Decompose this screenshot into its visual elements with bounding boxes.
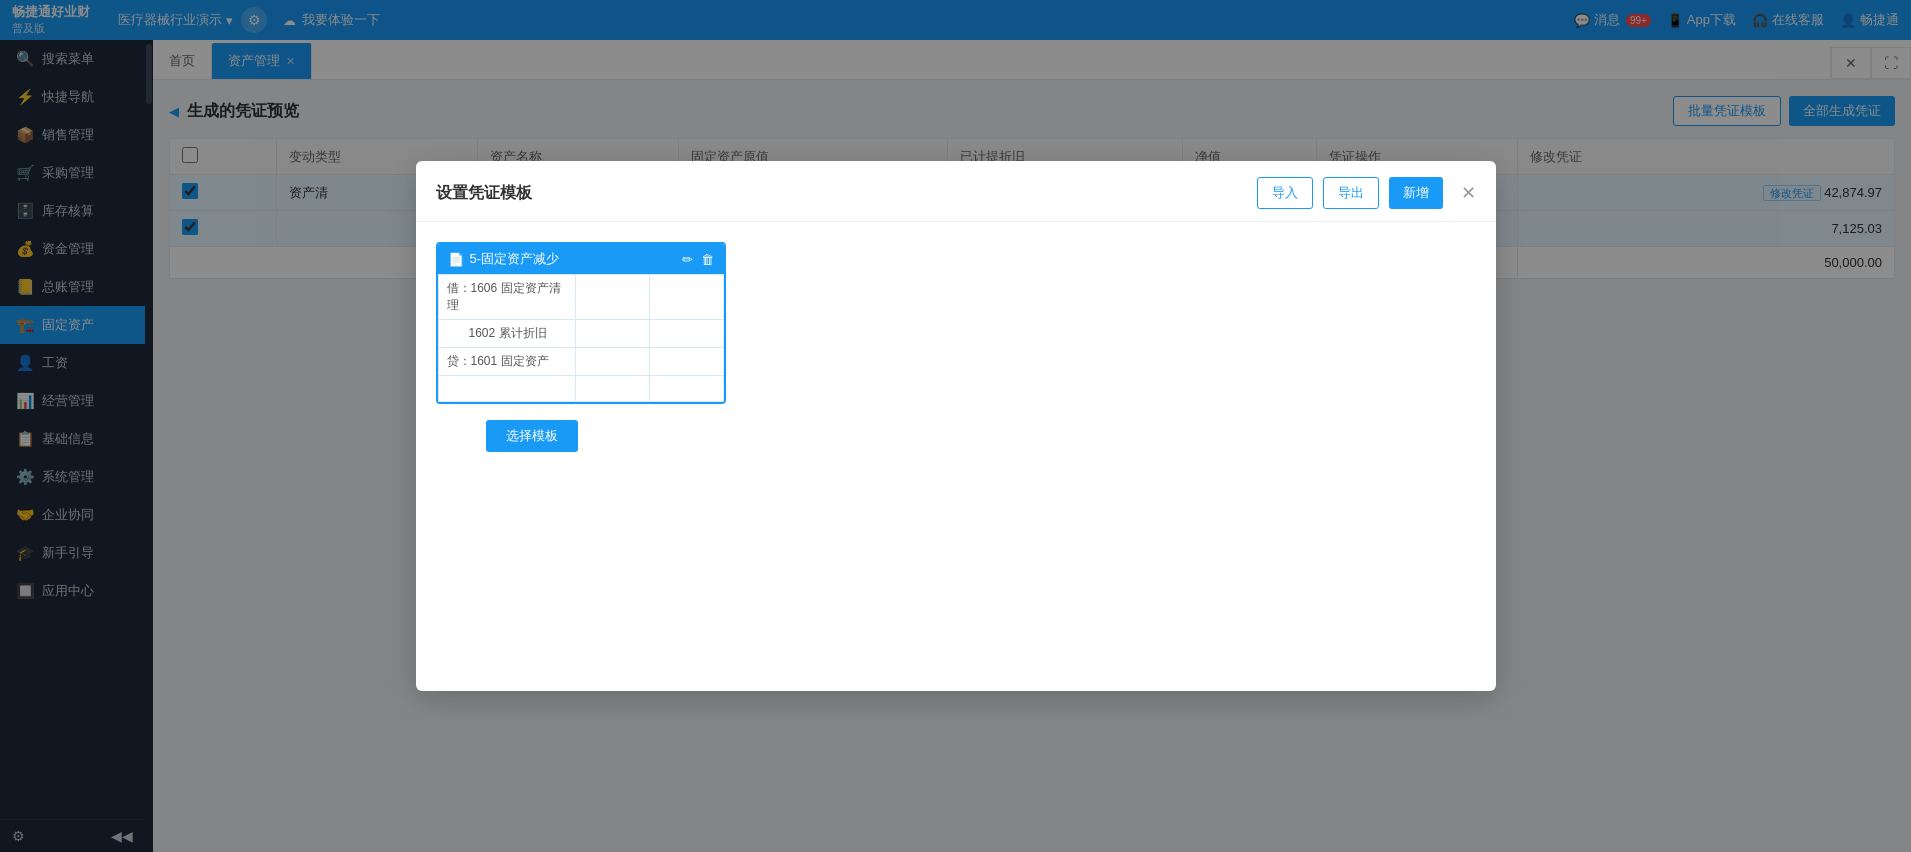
template-edit-btn[interactable]: ✏ bbox=[682, 252, 693, 267]
modal-toolbar: 导入 导出 新增 ✕ bbox=[1257, 177, 1476, 209]
content-area: 首页 资产管理 ✕ ✕ ⛶ ◀ bbox=[153, 40, 1911, 852]
template-table: 借：1606 固定资产清理 1602 累计折旧 bbox=[438, 274, 724, 402]
template-header-label: 5-固定资产减少 bbox=[470, 250, 560, 268]
entry1-credit bbox=[649, 275, 723, 320]
entry3-direction: 贷：1601 固定资产 bbox=[438, 348, 575, 376]
export-btn[interactable]: 导出 bbox=[1323, 177, 1379, 209]
select-template-btn[interactable]: 选择模板 bbox=[486, 420, 578, 452]
page-content: ◀ 生成的凭证预览 批量凭证模板 全部生成凭证 bbox=[153, 80, 1911, 852]
entry4-direction bbox=[438, 376, 575, 402]
import-btn[interactable]: 导入 bbox=[1257, 177, 1313, 209]
entry2-direction: 1602 累计折旧 bbox=[438, 320, 575, 348]
template-card: 📄 5-固定资产减少 ✏ 🗑 bbox=[436, 242, 726, 404]
modal-dialog: 设置凭证模板 导入 导出 新增 ✕ bbox=[416, 161, 1496, 691]
template-entry-3: 贷：1601 固定资产 bbox=[438, 348, 723, 376]
modal-close-btn[interactable]: ✕ bbox=[1461, 177, 1476, 209]
entry3-credit bbox=[649, 348, 723, 376]
template-entry-2: 1602 累计折旧 bbox=[438, 320, 723, 348]
template-entry-4 bbox=[438, 376, 723, 402]
entry3-debit bbox=[575, 348, 649, 376]
entry2-debit bbox=[575, 320, 649, 348]
entry1-debit bbox=[575, 275, 649, 320]
template-card-header: 📄 5-固定资产减少 ✏ 🗑 bbox=[438, 244, 724, 274]
template-file-icon: 📄 bbox=[448, 252, 464, 267]
template-delete-btn[interactable]: 🗑 bbox=[701, 252, 714, 267]
entry4-debit bbox=[575, 376, 649, 402]
modal-title: 设置凭证模板 bbox=[436, 183, 532, 204]
new-btn[interactable]: 新增 bbox=[1389, 177, 1443, 209]
template-title-area: 📄 5-固定资产减少 bbox=[448, 250, 560, 268]
template-actions: ✏ 🗑 bbox=[682, 252, 714, 267]
modal-header: 设置凭证模板 导入 导出 新增 ✕ bbox=[416, 161, 1496, 222]
entry4-credit bbox=[649, 376, 723, 402]
entry1-direction: 借：1606 固定资产清理 bbox=[438, 275, 575, 320]
modal-backdrop: 设置凭证模板 导入 导出 新增 ✕ bbox=[153, 80, 1911, 852]
entry2-credit bbox=[649, 320, 723, 348]
modal-body: 📄 5-固定资产减少 ✏ 🗑 bbox=[416, 222, 1496, 691]
template-card-body: 借：1606 固定资产清理 1602 累计折旧 bbox=[438, 274, 724, 402]
template-entry-1: 借：1606 固定资产清理 bbox=[438, 275, 723, 320]
